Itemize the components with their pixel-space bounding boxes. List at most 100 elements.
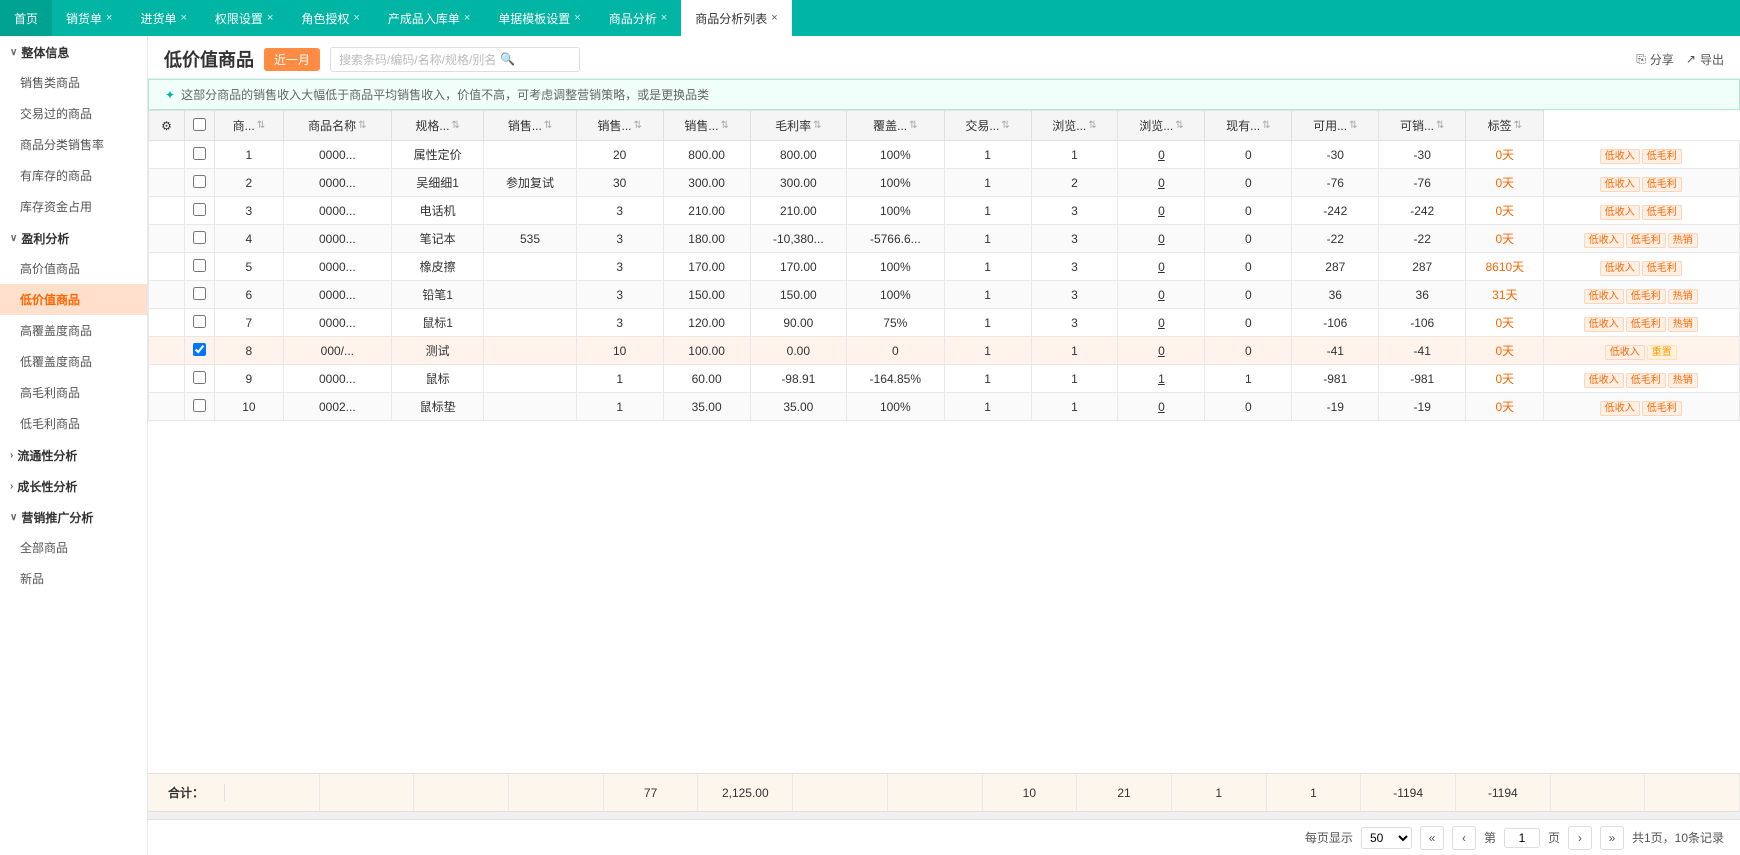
sort-icon[interactable]: ⇅ [634, 120, 642, 131]
cell-sales-cost: -98.91 [750, 365, 846, 393]
sidebar-item-traded-goods[interactable]: 交易过的商品 [0, 98, 147, 129]
per-page-select[interactable]: 50 100 200 [1361, 827, 1412, 849]
first-page-button[interactable]: « [1420, 826, 1444, 850]
nav-close-icon[interactable]: × [574, 12, 580, 24]
sidebar-item-stock-goods[interactable]: 有库存的商品 [0, 160, 147, 191]
search-icon[interactable]: 🔍 [500, 52, 515, 66]
page-number-input[interactable] [1504, 828, 1540, 848]
row-checkbox[interactable] [193, 371, 206, 384]
sort-icon[interactable]: ⇅ [1262, 120, 1270, 131]
cell-sales-qty: 1 [576, 393, 663, 421]
cell-checkbox[interactable] [185, 225, 215, 253]
nav-close-icon[interactable]: × [661, 12, 667, 24]
row-checkbox[interactable] [193, 343, 206, 356]
sidebar-item-new-goods[interactable]: 新品 [0, 563, 147, 594]
nav-permissions[interactable]: 权限设置 × [201, 0, 287, 36]
export-button[interactable]: ↗ 导出 [1686, 51, 1724, 68]
cell-checkbox[interactable] [185, 141, 215, 169]
table-container[interactable]: ⚙ 商...⇅ 商品名称⇅ 规格...⇅ 销售...⇅ 销售...⇅ 销售...… [148, 110, 1740, 773]
sidebar-item-high-coverage[interactable]: 高覆盖度商品 [0, 315, 147, 346]
cell-settings [149, 365, 185, 393]
nav-template-settings[interactable]: 单据模板设置 × [484, 0, 594, 36]
cell-checkbox[interactable] [185, 281, 215, 309]
sidebar-group-circulation[interactable]: › 流通性分析 [0, 439, 147, 470]
nav-close-icon[interactable]: × [106, 12, 112, 24]
sidebar-item-low-value[interactable]: 低价值商品 [0, 284, 147, 315]
browse-link[interactable]: 1 [1158, 372, 1165, 386]
sort-icon[interactable]: ⇅ [1436, 120, 1444, 131]
nav-close-icon[interactable]: × [353, 12, 359, 24]
col-checkbox[interactable] [185, 111, 215, 141]
cell-current-stock: -106 [1292, 309, 1379, 337]
sort-icon[interactable]: ⇅ [1001, 120, 1009, 131]
sidebar-group-profit[interactable]: ∨ 盈利分析 [0, 222, 147, 253]
row-checkbox[interactable] [193, 399, 206, 412]
sort-icon[interactable]: ⇅ [358, 120, 366, 131]
sidebar-item-high-margin[interactable]: 高毛利商品 [0, 377, 147, 408]
browse-link[interactable]: 0 [1158, 148, 1165, 162]
sort-icon[interactable]: ⇅ [1175, 120, 1183, 131]
nav-finished-goods[interactable]: 产成品入库单 × [374, 0, 484, 36]
sort-icon[interactable]: ⇅ [1349, 120, 1357, 131]
browse-link[interactable]: 0 [1158, 344, 1165, 358]
sidebar-item-low-coverage[interactable]: 低覆盖度商品 [0, 346, 147, 377]
last-page-button[interactable]: » [1600, 826, 1624, 850]
cell-checkbox[interactable] [185, 169, 215, 197]
row-checkbox[interactable] [193, 203, 206, 216]
nav-role-auth[interactable]: 角色授权 × [287, 0, 373, 36]
browse-link[interactable]: 0 [1158, 260, 1165, 274]
sort-icon[interactable]: ⇅ [257, 120, 265, 131]
cell-checkbox[interactable] [185, 309, 215, 337]
row-checkbox[interactable] [193, 231, 206, 244]
nav-close-icon[interactable]: × [771, 12, 777, 24]
sidebar-group-growth[interactable]: › 成长性分析 [0, 470, 147, 501]
nav-sales-order[interactable]: 销货单 × [52, 0, 126, 36]
sidebar-item-stock-capital[interactable]: 库存资金占用 [0, 191, 147, 222]
browse-link[interactable]: 0 [1158, 232, 1165, 246]
cell-checkbox[interactable] [185, 253, 215, 281]
row-checkbox[interactable] [193, 287, 206, 300]
prev-page-button[interactable]: ‹ [1452, 826, 1476, 850]
filter-recent-month-btn[interactable]: 近一月 [264, 48, 320, 71]
sidebar-item-sales-goods[interactable]: 销售类商品 [0, 67, 147, 98]
sidebar-item-high-value[interactable]: 高价值商品 [0, 253, 147, 284]
row-checkbox[interactable] [193, 175, 206, 188]
browse-link[interactable]: 0 [1158, 400, 1165, 414]
row-checkbox[interactable] [193, 315, 206, 328]
sidebar-item-all-goods[interactable]: 全部商品 [0, 532, 147, 563]
row-checkbox[interactable] [193, 259, 206, 272]
sort-icon[interactable]: ⇅ [909, 120, 917, 131]
tag-badge: 低收入 [1584, 289, 1624, 304]
col-settings[interactable]: ⚙ [149, 111, 185, 141]
nav-close-icon[interactable]: × [180, 12, 186, 24]
sidebar-group-marketing[interactable]: ∨ 营销推广分析 [0, 501, 147, 532]
cell-checkbox[interactable] [185, 365, 215, 393]
browse-link[interactable]: 0 [1158, 288, 1165, 302]
sidebar-item-low-margin[interactable]: 低毛利商品 [0, 408, 147, 439]
row-checkbox[interactable] [193, 147, 206, 160]
browse-link[interactable]: 0 [1158, 204, 1165, 218]
sort-icon[interactable]: ⇅ [1514, 120, 1522, 131]
sort-icon[interactable]: ⇅ [813, 120, 821, 131]
nav-close-icon[interactable]: × [267, 12, 273, 24]
nav-purchase-order[interactable]: 进货单 × [126, 0, 200, 36]
nav-close-icon[interactable]: × [464, 12, 470, 24]
sort-icon[interactable]: ⇅ [1088, 120, 1096, 131]
select-all-checkbox[interactable] [193, 118, 206, 131]
next-page-button[interactable]: › [1568, 826, 1592, 850]
sort-icon[interactable]: ⇅ [720, 120, 728, 131]
nav-product-analysis[interactable]: 商品分析 × [595, 0, 681, 36]
cell-checkbox[interactable] [185, 197, 215, 225]
browse-link[interactable]: 0 [1158, 316, 1165, 330]
share-button[interactable]: ⎘ 分享 [1636, 51, 1674, 68]
nav-home[interactable]: 首页 [0, 0, 52, 36]
sort-icon[interactable]: ⇅ [451, 120, 459, 131]
cell-checkbox[interactable] [185, 337, 215, 365]
cell-checkbox[interactable] [185, 393, 215, 421]
scrollbar-area[interactable] [148, 811, 1740, 819]
sort-icon[interactable]: ⇅ [544, 120, 552, 131]
browse-link[interactable]: 0 [1158, 176, 1165, 190]
sidebar-item-category-sales-rate[interactable]: 商品分类销售率 [0, 129, 147, 160]
nav-product-analysis-list[interactable]: 商品分析列表 × [681, 0, 791, 36]
sidebar-group-overall[interactable]: ∨ 整体信息 [0, 36, 147, 67]
